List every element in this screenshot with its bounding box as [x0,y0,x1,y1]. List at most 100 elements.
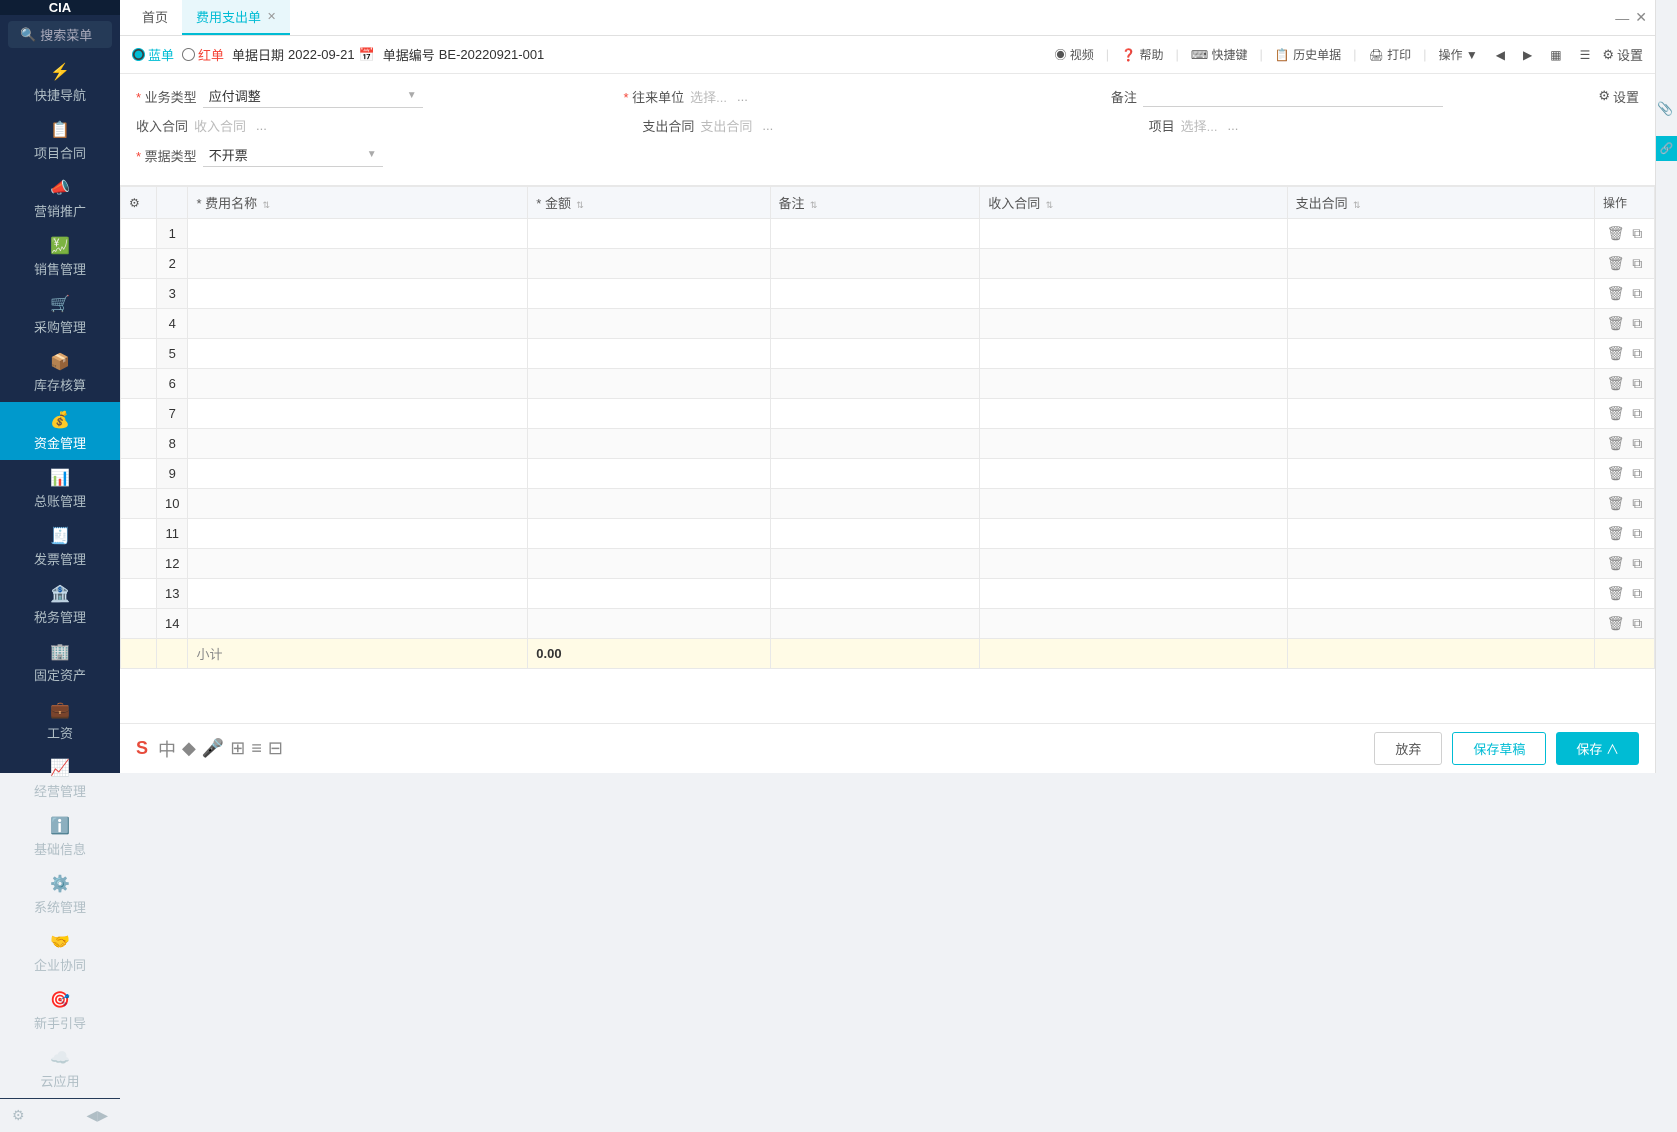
copy-row-icon[interactable]: ⧉ [1632,525,1642,541]
grid-view-btn[interactable]: ▦ [1544,46,1567,64]
row-memo-cell[interactable] [770,219,980,249]
row-memo-cell[interactable] [770,579,980,609]
row-income-contract-cell[interactable] [980,399,1287,429]
row-expense-name-cell[interactable] [188,339,528,369]
sidebar-item-tax[interactable]: 🏦 税务管理 [0,576,120,634]
row-memo-cell[interactable] [770,459,980,489]
row-income-contract-cell[interactable] [980,309,1287,339]
date-value[interactable]: 2022-09-21 [288,47,355,62]
row-expense-contract-cell[interactable] [1287,279,1594,309]
row-income-contract-cell[interactable] [980,519,1287,549]
row-expense-name-cell[interactable] [188,429,528,459]
copy-row-icon[interactable]: ⧉ [1632,435,1642,451]
row-amount-cell[interactable] [528,369,770,399]
delete-row-icon[interactable]: 🗑 [1607,315,1625,331]
sidebar-item-project-contract[interactable]: 📋 项目合同 [0,112,120,170]
row-memo-cell[interactable] [770,369,980,399]
footer-icon-diamond[interactable]: ◆ [182,738,196,759]
expense-contract-sort-icon[interactable]: ⇅ [1353,200,1361,210]
row-expense-name-cell[interactable] [188,309,528,339]
window-minimize-icon[interactable]: — [1615,10,1629,26]
sidebar-item-fixed-assets[interactable]: 🏢 固定资产 [0,634,120,692]
history-btn[interactable]: 📋 历史单据 [1269,44,1347,65]
delete-row-icon[interactable]: 🗑 [1607,615,1625,631]
copy-row-icon[interactable]: ⧉ [1632,225,1642,241]
row-expense-name-cell[interactable] [188,279,528,309]
row-expense-contract-cell[interactable] [1287,579,1594,609]
tab-home[interactable]: 首页 [128,0,182,35]
row-amount-cell[interactable] [528,399,770,429]
delete-row-icon[interactable]: 🗑 [1607,375,1625,391]
delete-row-icon[interactable]: 🗑 [1607,495,1625,511]
copy-row-icon[interactable]: ⧉ [1632,405,1642,421]
sidebar-item-system[interactable]: ⚙️ 系统管理 [0,866,120,924]
row-amount-cell[interactable] [528,249,770,279]
amount-sort-icon[interactable]: ⇅ [576,200,584,210]
row-memo-cell[interactable] [770,489,980,519]
right-panel-link-icon[interactable]: 🔗 [1656,136,1677,161]
delete-row-icon[interactable]: 🗑 [1607,345,1625,361]
row-amount-cell[interactable] [528,309,770,339]
prev-btn[interactable]: ◀ [1490,46,1511,64]
radio-red-input[interactable] [182,48,195,61]
row-expense-name-cell[interactable] [188,489,528,519]
row-income-contract-cell[interactable] [980,219,1287,249]
footer-icon-mic[interactable]: 🎤 [202,738,224,759]
row-amount-cell[interactable] [528,219,770,249]
row-income-contract-cell[interactable] [980,279,1287,309]
row-expense-contract-cell[interactable] [1287,549,1594,579]
tab-expense-form[interactable]: 费用支出单 ✕ [182,0,290,35]
copy-row-icon[interactable]: ⧉ [1632,555,1642,571]
row-memo-cell[interactable] [770,339,980,369]
sidebar-item-marketing[interactable]: 📣 营销推广 [0,170,120,228]
radio-blue-option[interactable]: 蓝单 [132,45,174,64]
row-amount-cell[interactable] [528,459,770,489]
row-memo-cell[interactable] [770,309,980,339]
row-income-contract-cell[interactable] [980,339,1287,369]
project-input[interactable]: 选择... [1181,116,1218,135]
copy-row-icon[interactable]: ⧉ [1632,285,1642,301]
row-expense-name-cell[interactable] [188,609,528,639]
delete-row-icon[interactable]: 🗑 [1607,465,1625,481]
row-income-contract-cell[interactable] [980,369,1287,399]
row-expense-name-cell[interactable] [188,459,528,489]
row-expense-name-cell[interactable] [188,399,528,429]
operation-btn[interactable]: 操作 ▼ [1433,44,1484,65]
row-income-contract-cell[interactable] [980,609,1287,639]
expense-contract-dots[interactable]: ... [762,118,773,133]
memo-sort-icon[interactable]: ⇅ [810,200,818,210]
sidebar-item-business[interactable]: 📈 经营管理 [0,750,120,808]
sidebar-item-basic-info[interactable]: ℹ️ 基础信息 [0,808,120,866]
row-income-contract-cell[interactable] [980,459,1287,489]
row-expense-name-cell[interactable] [188,579,528,609]
row-memo-cell[interactable] [770,279,980,309]
col-memo[interactable]: 备注 ⇅ [770,187,980,219]
row-amount-cell[interactable] [528,279,770,309]
col-income-contract[interactable]: 收入合同 ⇅ [980,187,1287,219]
row-expense-contract-cell[interactable] [1287,249,1594,279]
partner-input[interactable]: 选择... [690,87,727,106]
sidebar-item-purchase[interactable]: 🛒 采购管理 [0,286,120,344]
copy-row-icon[interactable]: ⧉ [1632,345,1642,361]
tab-close-icon[interactable]: ✕ [267,10,276,23]
settings-icon[interactable]: ⚙ [12,1107,25,1124]
copy-row-icon[interactable]: ⧉ [1632,585,1642,601]
list-view-btn[interactable]: ☰ [1574,46,1597,64]
delete-row-icon[interactable]: 🗑 [1607,225,1625,241]
copy-row-icon[interactable]: ⧉ [1632,615,1642,631]
radio-blue-input[interactable] [132,48,145,61]
row-amount-cell[interactable] [528,519,770,549]
row-amount-cell[interactable] [528,609,770,639]
row-memo-cell[interactable] [770,399,980,429]
print-btn[interactable]: 🖨 打印 [1363,44,1418,65]
sidebar-item-salary[interactable]: 💼 工资 [0,692,120,750]
next-btn[interactable]: ▶ [1517,46,1538,64]
sidebar-item-cloud[interactable]: ☁️ 云应用 [0,1040,120,1098]
delete-row-icon[interactable]: 🗑 [1607,585,1625,601]
sidebar-item-invoice[interactable]: 🧾 发票管理 [0,518,120,576]
footer-icon-menu[interactable]: ≡ [251,738,262,759]
discard-button[interactable]: 放弃 [1374,732,1442,765]
expense-contract-input[interactable]: 支出合同 [700,116,752,135]
calendar-icon[interactable]: 📅 [359,47,375,63]
footer-icon-zhong[interactable]: 中 [158,736,176,762]
